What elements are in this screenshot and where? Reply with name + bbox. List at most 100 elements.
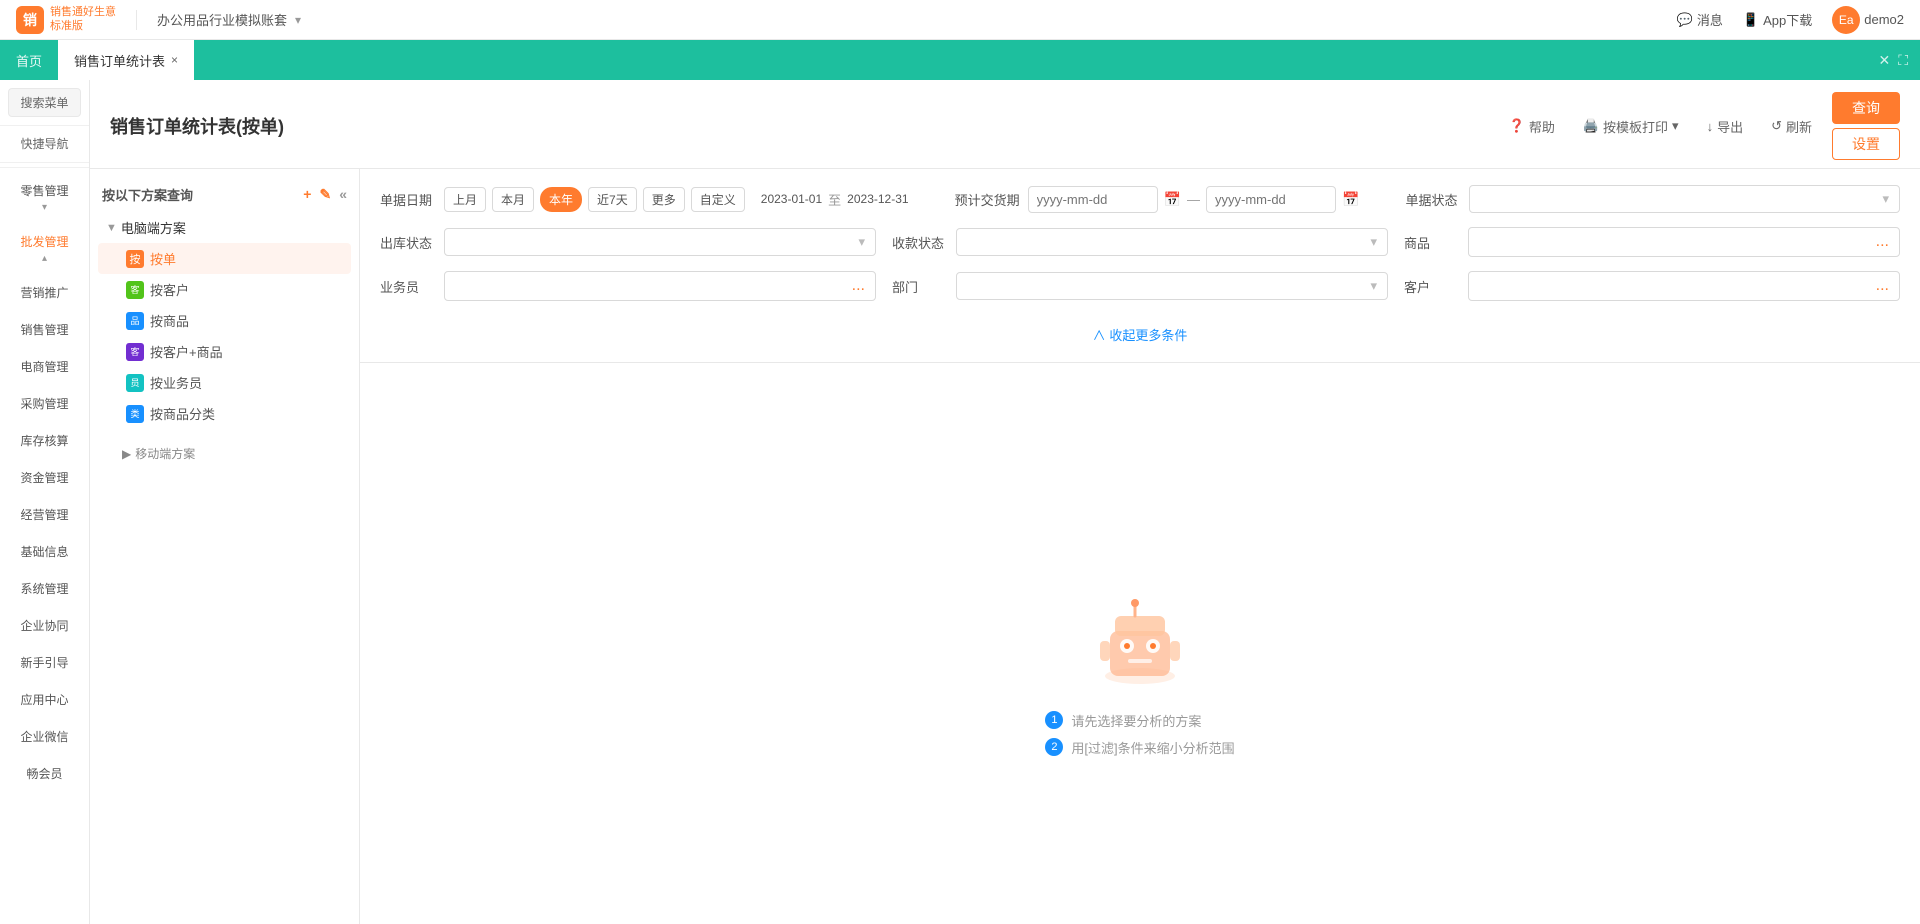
print-button[interactable]: 🖨️ 按模板打印 ▾	[1575, 113, 1687, 140]
sidebar-item-sales-mgmt[interactable]: 销售管理	[0, 311, 89, 348]
date-btn-this-year[interactable]: 本年	[540, 187, 582, 212]
scheme-by-customer[interactable]: 客 按客户	[98, 274, 351, 305]
sidebar-item-newbie[interactable]: 新手引导	[0, 644, 89, 681]
sidebar-item-member[interactable]: 畅会员	[0, 755, 89, 792]
product-input[interactable]: ...	[1468, 227, 1900, 257]
date-btn-this-month[interactable]: 本月	[492, 187, 534, 212]
customer-input[interactable]: ...	[1468, 271, 1900, 301]
sidebar: 搜索菜单 快捷导航 零售管理 ▾ 批发管理 ▴ 营销推广 销售管理 电商管理 采…	[0, 80, 90, 924]
app-download-button[interactable]: 📱 App下载	[1743, 10, 1812, 29]
sidebar-item-wholesale[interactable]: 批发管理 ▴	[0, 223, 89, 274]
sidebar-item-appstore[interactable]: 应用中心	[0, 681, 89, 718]
top-bar-right: 💬 消息 📱 App下载 Ea demo2	[1677, 6, 1904, 34]
scheme-icon-order: 按	[126, 250, 144, 268]
customer-ellipsis-icon[interactable]: ...	[1876, 277, 1889, 295]
tab-home[interactable]: 首页	[0, 40, 58, 80]
date-btn-more[interactable]: 更多	[643, 187, 685, 212]
scheme-by-salesman[interactable]: 员 按业务员	[98, 367, 351, 398]
content-area: 销售订单统计表(按单) ❓ 帮助 🖨️ 按模板打印 ▾ ↓ 导出 ↺ 刷新	[90, 80, 1920, 924]
sidebar-item-operations[interactable]: 经营管理	[0, 496, 89, 533]
print-dropdown-icon[interactable]: ▾	[1672, 118, 1679, 134]
product-ellipsis-icon[interactable]: ...	[1876, 233, 1889, 251]
nav-tabs: 首页 销售订单统计表 × ✕ ⛶	[0, 40, 1920, 80]
sidebar-item-label: 经营管理	[20, 506, 68, 523]
sidebar-item-finance[interactable]: 资金管理	[0, 459, 89, 496]
payment-status-label: 收款状态	[892, 233, 948, 252]
add-scheme-icon[interactable]: +	[303, 186, 311, 203]
sidebar-item-inventory[interactable]: 库存核算	[0, 422, 89, 459]
window-maximize-icon[interactable]: ⛶	[1898, 52, 1908, 69]
export-button[interactable]: ↓ 导出	[1699, 113, 1752, 140]
scheme-by-customer-product[interactable]: 客 按客户+商品	[98, 336, 351, 367]
sidebar-item-wechat[interactable]: 企业微信	[0, 718, 89, 755]
scheme-icon-salesman: 员	[126, 374, 144, 392]
hint-num-1: 1	[1045, 711, 1063, 729]
expected-date-end[interactable]	[1206, 186, 1336, 213]
top-bar-title: 办公用品行业模拟账套	[157, 10, 287, 29]
collapse-panel-icon[interactable]: «	[339, 186, 347, 203]
tree-mobile-parent[interactable]: ▶ 移动端方案	[114, 441, 351, 466]
scheme-by-category[interactable]: 类 按商品分类	[98, 398, 351, 429]
tree-mobile-section: ▶ 移动端方案	[98, 437, 351, 470]
message-button[interactable]: 💬 消息	[1677, 10, 1723, 29]
sidebar-item-enterprise[interactable]: 企业协同	[0, 607, 89, 644]
sidebar-item-label: 基础信息	[20, 543, 68, 560]
scheme-by-order[interactable]: 按 按单	[98, 243, 351, 274]
filter-row-1: 单据日期 上月 本月 本年 近7天 更多 自定义	[380, 185, 1900, 213]
date-btn-custom[interactable]: 自定义	[691, 187, 745, 212]
sidebar-item-basic[interactable]: 基础信息	[0, 533, 89, 570]
date-range-start: 2023-01-01	[761, 192, 822, 206]
dropdown-icon: ▾	[1370, 234, 1377, 250]
sidebar-item-ecommerce[interactable]: 电商管理	[0, 348, 89, 385]
sidebar-item-retail[interactable]: 零售管理 ▾	[0, 172, 89, 223]
refresh-icon: ↺	[1771, 118, 1782, 134]
collapse-filters-button[interactable]: ∧ 收起更多条件	[380, 315, 1900, 354]
dept-select[interactable]: ▾	[956, 272, 1388, 300]
left-panel-icons: + ✎ «	[303, 186, 347, 203]
edit-scheme-icon[interactable]: ✎	[319, 186, 331, 203]
filter-product: 商品 ...	[1404, 227, 1900, 257]
tab-sales-order-stats[interactable]: 销售订单统计表 ×	[58, 40, 194, 80]
sidebar-item-quick-nav[interactable]: 快捷导航	[0, 126, 89, 163]
page-actions: ❓ 帮助 🖨️ 按模板打印 ▾ ↓ 导出 ↺ 刷新 查询	[1501, 92, 1900, 160]
refresh-button[interactable]: ↺ 刷新	[1763, 113, 1820, 140]
tree-mobile-arrow-icon: ▶	[122, 447, 131, 461]
chevron-down-icon: ▾	[42, 202, 47, 213]
logo-area[interactable]: 销 销售通好生意 标准版	[16, 6, 116, 34]
help-button[interactable]: ❓ 帮助	[1501, 113, 1563, 140]
setting-button[interactable]: 设置	[1832, 128, 1900, 160]
date-btn-last-month[interactable]: 上月	[444, 187, 486, 212]
payment-status-select[interactable]: ▾	[956, 228, 1388, 256]
tab-close-icon[interactable]: ×	[171, 53, 178, 67]
sidebar-item-label: 系统管理	[20, 580, 68, 597]
empty-hint-2: 2 用[过滤]条件来缩小分析范围	[1045, 738, 1234, 757]
sidebar-item-label: 库存核算	[20, 432, 68, 449]
query-button[interactable]: 查询	[1832, 92, 1900, 124]
main-layout: 搜索菜单 快捷导航 零售管理 ▾ 批发管理 ▴ 营销推广 销售管理 电商管理 采…	[0, 80, 1920, 924]
sidebar-item-system[interactable]: 系统管理	[0, 570, 89, 607]
ship-status-select[interactable]: ▾	[444, 228, 876, 256]
top-bar-dropdown-icon[interactable]: ▾	[295, 13, 301, 27]
sidebar-item-marketing[interactable]: 营销推广	[0, 274, 89, 311]
filter-expected-date: 预计交货期 📅 — 📅	[955, 186, 1360, 213]
date-btn-7days[interactable]: 近7天	[588, 187, 637, 212]
sidebar-item-label: 资金管理	[20, 469, 68, 486]
single-date-label: 单据日期	[380, 190, 436, 209]
logo-icon: 销	[16, 6, 44, 34]
window-close-icon[interactable]: ✕	[1878, 52, 1890, 69]
scheme-by-product[interactable]: 品 按商品	[98, 305, 351, 336]
search-menu-button[interactable]: 搜索菜单	[8, 88, 81, 117]
expected-date-start[interactable]	[1028, 186, 1158, 213]
user-menu[interactable]: Ea demo2	[1832, 6, 1904, 34]
dropdown-icon: ▾	[1882, 191, 1889, 207]
salesman-ellipsis-icon[interactable]: ...	[852, 277, 865, 295]
sidebar-item-label: 电商管理	[20, 358, 68, 375]
sidebar-item-purchase[interactable]: 采购管理	[0, 385, 89, 422]
sidebar-item-label: 企业微信	[20, 728, 68, 745]
empty-illustration	[1080, 591, 1200, 691]
filter-single-date: 单据日期 上月 本月 本年 近7天 更多 自定义	[380, 187, 909, 212]
product-label: 商品	[1404, 233, 1460, 252]
top-bar-left: 销 销售通好生意 标准版 办公用品行业模拟账套 ▾	[16, 6, 301, 34]
salesman-input[interactable]: ...	[444, 271, 876, 301]
single-status-select[interactable]: ▾	[1469, 185, 1900, 213]
